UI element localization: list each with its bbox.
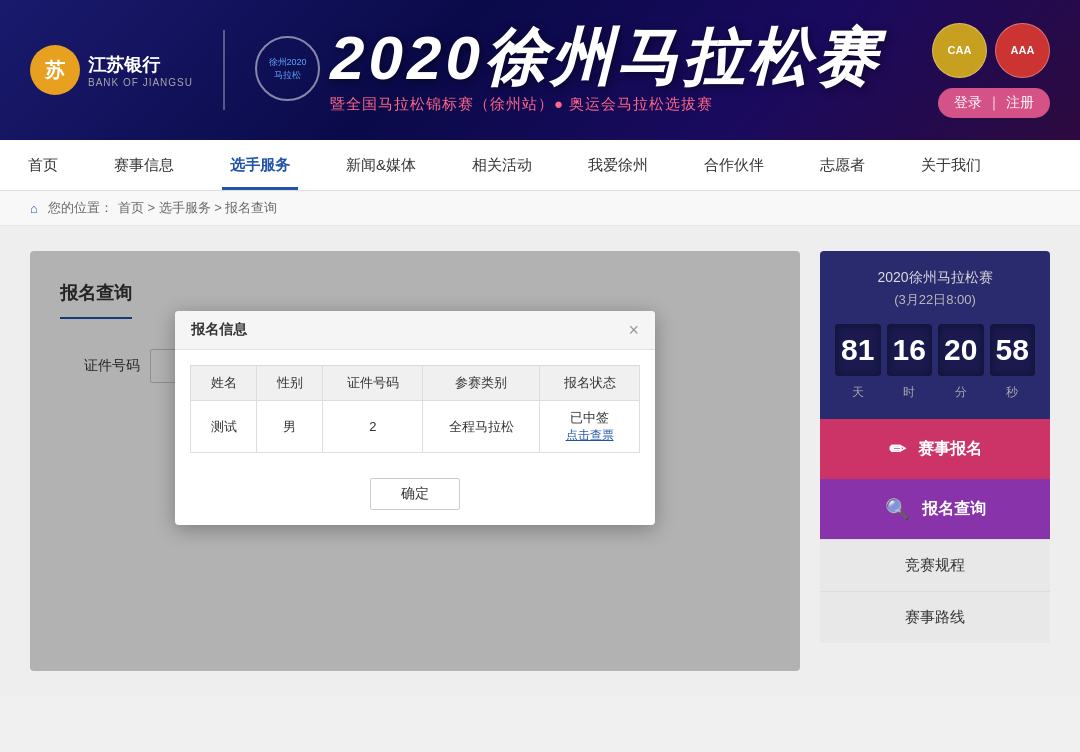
header-left: 苏 江苏银行 BANK OF JIANGSU 徐州2020 马拉松 xyxy=(30,30,320,110)
modal-overlay: 报名信息 × 姓名 性别 证件号码 参赛类别 报名状态 xyxy=(30,251,800,671)
table-header-row: 姓名 性别 证件号码 参赛类别 报名状态 xyxy=(191,366,640,401)
event-logo-circle: 徐州2020 马拉松 xyxy=(255,36,320,101)
countdown-seconds: 58 xyxy=(990,324,1036,376)
auth-separator: ｜ xyxy=(987,94,1001,112)
status-signed-text: 已中签 xyxy=(552,409,627,427)
col-category: 参赛类别 xyxy=(423,366,540,401)
bank-logo-text: 江苏银行 BANK OF JIANGSU xyxy=(88,53,193,88)
col-id: 证件号码 xyxy=(323,366,423,401)
modal-body: 姓名 性别 证件号码 参赛类别 报名状态 测试 男 2 xyxy=(175,350,655,468)
countdown-hours: 16 xyxy=(887,324,933,376)
header-divider xyxy=(223,30,225,110)
nav-inner: 首页 赛事信息 选手服务 新闻&媒体 相关活动 我爱徐州 合作伙伴 志愿者 关于… xyxy=(0,140,1080,190)
login-label: 登录 xyxy=(954,94,982,112)
rules-button[interactable]: 竞赛规程 xyxy=(820,539,1050,591)
countdown-box: 2020徐州马拉松赛 (3月22日8:00) 81 16 20 58 天 时 分… xyxy=(820,251,1050,419)
nav-activities[interactable]: 相关活动 xyxy=(444,140,560,190)
countdown-days: 81 xyxy=(835,324,881,376)
navigation: 首页 赛事信息 选手服务 新闻&媒体 相关活动 我爱徐州 合作伙伴 志愿者 关于… xyxy=(0,140,1080,191)
nav-volunteers[interactable]: 志愿者 xyxy=(792,140,893,190)
breadcrumb-path: 首页 > 选手服务 > 报名查询 xyxy=(118,199,278,217)
query-icon: 🔍 xyxy=(885,497,910,521)
modal: 报名信息 × 姓名 性别 证件号码 参赛类别 报名状态 xyxy=(175,311,655,525)
label-seconds: 秒 xyxy=(990,384,1036,401)
register-label: 注册 xyxy=(1006,94,1034,112)
bank-logo: 苏 江苏银行 BANK OF JIANGSU xyxy=(30,45,193,95)
main-content: 报名查询 证件号码 报名查询 报名信息 × 姓名 xyxy=(0,226,1080,696)
home-icon: ⌂ xyxy=(30,201,38,216)
caa-badge: CAA xyxy=(932,23,987,78)
modal-footer: 确定 xyxy=(175,468,655,525)
col-gender: 性别 xyxy=(257,366,323,401)
header: 苏 江苏银行 BANK OF JIANGSU 徐州2020 马拉松 2020徐州… xyxy=(0,0,1080,140)
cell-name: 测试 xyxy=(191,401,257,453)
header-right: CAA AAA 登录 ｜ 注册 xyxy=(932,23,1050,118)
countdown-labels: 天 时 分 秒 xyxy=(835,384,1035,401)
countdown-date: (3月22日8:00) xyxy=(835,291,1035,309)
status-link[interactable]: 点击查票 xyxy=(552,427,627,444)
modal-header: 报名信息 × xyxy=(175,311,655,350)
query-btn-label: 报名查询 xyxy=(922,499,986,520)
table-row: 测试 男 2 全程马拉松 已中签 点击查票 xyxy=(191,401,640,453)
label-minutes: 分 xyxy=(938,384,984,401)
modal-table-header: 姓名 性别 证件号码 参赛类别 报名状态 xyxy=(191,366,640,401)
countdown-digits: 81 16 20 58 xyxy=(835,324,1035,376)
nav-about[interactable]: 关于我们 xyxy=(893,140,1009,190)
nav-athlete-service[interactable]: 选手服务 xyxy=(202,140,318,190)
col-status: 报名状态 xyxy=(540,366,640,401)
event-logo: 徐州2020 马拉松 xyxy=(255,36,320,104)
register-icon: ✏ xyxy=(889,437,906,461)
auth-buttons[interactable]: 登录 ｜ 注册 xyxy=(938,88,1050,118)
nav-event-info[interactable]: 赛事信息 xyxy=(86,140,202,190)
route-button[interactable]: 赛事路线 xyxy=(820,591,1050,643)
label-hours: 时 xyxy=(887,384,933,401)
sub-title: 暨全国马拉松锦标赛（徐州站）● 奥运会马拉松选拔赛 xyxy=(330,95,713,114)
modal-table: 姓名 性别 证件号码 参赛类别 报名状态 测试 男 2 xyxy=(190,365,640,453)
main-title: 2020徐州马拉松赛 xyxy=(330,27,880,89)
cell-status: 已中签 点击查票 xyxy=(540,401,640,453)
modal-title: 报名信息 xyxy=(191,321,247,339)
breadcrumb: ⌂ 您的位置： 首页 > 选手服务 > 报名查询 xyxy=(0,191,1080,226)
nav-partners[interactable]: 合作伙伴 xyxy=(676,140,792,190)
register-btn-label: 赛事报名 xyxy=(918,439,982,460)
label-days: 天 xyxy=(835,384,881,401)
bank-name-en: BANK OF JIANGSU xyxy=(88,77,193,88)
cell-gender: 男 xyxy=(257,401,323,453)
confirm-button[interactable]: 确定 xyxy=(370,478,460,510)
bank-name-cn: 江苏银行 xyxy=(88,53,193,77)
bank-logo-icon: 苏 xyxy=(30,45,80,95)
countdown-event-name: 2020徐州马拉松赛 xyxy=(835,269,1035,287)
nav-news[interactable]: 新闻&媒体 xyxy=(318,140,444,190)
cell-category: 全程马拉松 xyxy=(423,401,540,453)
header-title-area: 2020徐州马拉松赛 暨全国马拉松锦标赛（徐州站）● 奥运会马拉松选拔赛 xyxy=(320,27,932,114)
query-action-btn[interactable]: 🔍 报名查询 xyxy=(820,479,1050,539)
badges: CAA AAA xyxy=(932,23,1050,78)
logo2-badge: AAA xyxy=(995,23,1050,78)
register-action-btn[interactable]: ✏ 赛事报名 xyxy=(820,419,1050,479)
modal-table-body: 测试 男 2 全程马拉松 已中签 点击查票 xyxy=(191,401,640,453)
nav-love-xuzhou[interactable]: 我爱徐州 xyxy=(560,140,676,190)
countdown-minutes: 20 xyxy=(938,324,984,376)
left-panel: 报名查询 证件号码 报名查询 报名信息 × 姓名 xyxy=(30,251,800,671)
modal-close-button[interactable]: × xyxy=(628,321,639,339)
cell-id: 2 xyxy=(323,401,423,453)
right-panel: 2020徐州马拉松赛 (3月22日8:00) 81 16 20 58 天 时 分… xyxy=(820,251,1050,671)
col-name: 姓名 xyxy=(191,366,257,401)
nav-home[interactable]: 首页 xyxy=(0,140,86,190)
breadcrumb-prefix: 您的位置： xyxy=(48,199,113,217)
